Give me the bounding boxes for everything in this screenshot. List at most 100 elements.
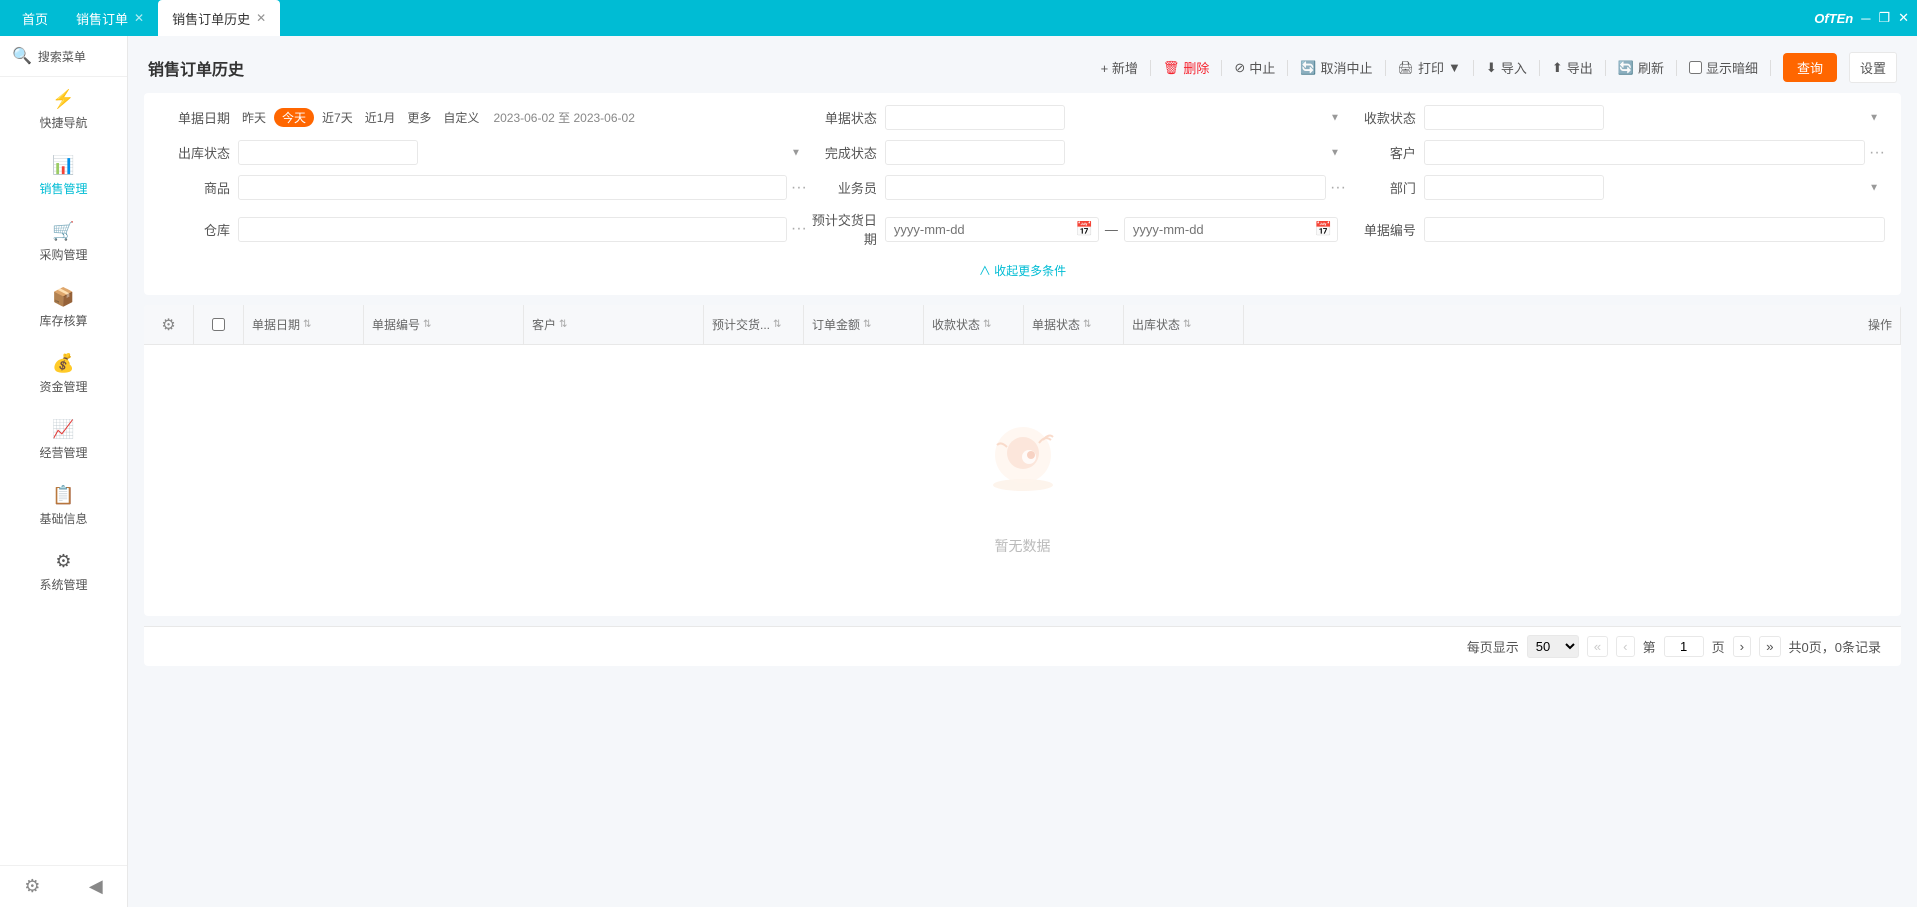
th-delivery[interactable]: 预计交货... ⇅ — [704, 305, 804, 344]
th-pay-status[interactable]: 收款状态 ⇅ — [924, 305, 1024, 344]
delivery-date-end[interactable] — [1124, 217, 1338, 242]
divider7 — [1605, 60, 1606, 76]
per-page-select[interactable]: 50 10 20 100 — [1527, 635, 1579, 658]
collapse-btn[interactable]: ∧ 收起更多条件 — [979, 262, 1066, 279]
th-stock-status[interactable]: 出库状态 ⇅ — [1124, 305, 1244, 344]
warehouse-label: 仓库 — [160, 220, 230, 239]
prev-page-btn[interactable]: ‹ — [1616, 636, 1634, 657]
date-btn-yesterday[interactable]: 昨天 — [238, 108, 270, 127]
tab-sales-history[interactable]: 销售订单历史 ✕ — [158, 0, 280, 36]
tab-home[interactable]: 首页 — [8, 0, 62, 36]
sidebar-search[interactable]: 🔍 搜索菜单 — [0, 36, 127, 77]
search-icon: 🔍 — [12, 46, 32, 66]
bill-status-select[interactable] — [885, 105, 1065, 130]
date-btn-today[interactable]: 今天 — [274, 108, 314, 127]
collapse-sidebar-icon[interactable]: ◀ — [89, 876, 103, 897]
show-cols-label: 显示暗细 — [1706, 58, 1758, 77]
date-dash: — — [1105, 222, 1118, 237]
new-button[interactable]: + 新增 — [1101, 58, 1138, 77]
refresh-button[interactable]: 🔄 刷新 — [1618, 58, 1664, 77]
filter-col-complete-status: 完成状态 — [807, 140, 1346, 165]
window-controls: OfTEn ─ ❐ ✕ — [1814, 10, 1909, 26]
tab-sales-order-close[interactable]: ✕ — [134, 11, 144, 25]
filter-row-4: 仓库 ··· 预计交货日期 📅 — 📅 — [160, 210, 1885, 248]
th-checkbox[interactable] — [194, 305, 244, 344]
import-button[interactable]: ⬇ 导入 — [1486, 58, 1527, 77]
dept-select[interactable] — [1424, 175, 1604, 200]
warehouse-input[interactable] — [238, 217, 787, 242]
page-label: 第 — [1643, 637, 1656, 656]
date-btn-custom[interactable]: 自定义 — [439, 108, 483, 127]
th-settings[interactable]: ⚙ — [144, 305, 194, 344]
sidebar-item-base-info[interactable]: 📋 基础信息 — [0, 473, 127, 539]
th-customer[interactable]: 客户 ⇅ — [524, 305, 704, 344]
th-bill-num[interactable]: 单据编号 ⇅ — [364, 305, 524, 344]
tab-sales-history-close[interactable]: ✕ — [256, 11, 266, 25]
delivery-date-start[interactable] — [885, 217, 1099, 242]
cancel-stop-button[interactable]: 🔄 取消中止 — [1300, 58, 1372, 77]
query-button[interactable]: 查询 — [1783, 53, 1837, 82]
th-bill-status[interactable]: 单据状态 ⇅ — [1024, 305, 1124, 344]
select-all-checkbox[interactable] — [212, 318, 225, 331]
sidebar-item-purchase[interactable]: 🛒 采购管理 — [0, 209, 127, 275]
minimize-btn[interactable]: ─ — [1861, 11, 1870, 26]
tab-home-label: 首页 — [22, 9, 48, 28]
stop-button[interactable]: ⊘ 中止 — [1234, 58, 1275, 77]
first-page-btn[interactable]: « — [1587, 636, 1608, 657]
customer-input[interactable] — [1424, 140, 1865, 165]
goods-dots-btn[interactable]: ··· — [791, 179, 807, 197]
stock-out-select[interactable] — [238, 140, 418, 165]
goods-input[interactable] — [238, 175, 787, 200]
sidebar-item-quick-nav[interactable]: ⚡ 快捷导航 — [0, 77, 127, 143]
sidebar-item-operations[interactable]: 📈 经营管理 — [0, 407, 127, 473]
page-input[interactable] — [1664, 636, 1704, 657]
next-page-btn[interactable]: › — [1733, 636, 1751, 657]
payment-status-select[interactable] — [1424, 105, 1604, 130]
delivery-date-end-cal-icon[interactable]: 📅 — [1314, 221, 1331, 238]
delete-icon: 🗑 — [1163, 60, 1180, 76]
filter-col-payment-status: 收款状态 — [1346, 105, 1885, 130]
sidebar-item-system[interactable]: ⚙ 系统管理 — [0, 539, 127, 605]
restore-btn[interactable]: ❐ — [1878, 10, 1890, 26]
empty-text: 暂无数据 — [995, 536, 1051, 556]
settings-gear-icon[interactable]: ⚙ — [161, 315, 175, 335]
th-bill-date[interactable]: 单据日期 ⇅ — [244, 305, 364, 344]
show-cols-toggle[interactable]: 显示暗细 — [1689, 58, 1758, 77]
warehouse-dots-btn[interactable]: ··· — [791, 220, 807, 238]
sidebar-item-label: 销售管理 — [39, 180, 87, 197]
date-quick-btns: 昨天 今天 近7天 近1月 更多 自定义 — [238, 108, 483, 127]
salesperson-dots-btn[interactable]: ··· — [1330, 179, 1346, 197]
export-button[interactable]: ⬆ 导出 — [1552, 58, 1593, 77]
th-amount[interactable]: 订单金额 ⇅ — [804, 305, 924, 344]
show-cols-checkbox[interactable] — [1689, 61, 1702, 74]
collapse-label: ∧ 收起更多条件 — [979, 264, 1066, 278]
salesperson-input[interactable] — [885, 175, 1326, 200]
last-page-btn[interactable]: » — [1759, 636, 1780, 657]
filter-col-salesperson: 业务员 ··· — [807, 175, 1346, 200]
sidebar-item-inventory[interactable]: 📦 库存核算 — [0, 275, 127, 341]
close-btn[interactable]: ✕ — [1898, 10, 1909, 26]
new-label: + 新增 — [1101, 58, 1138, 77]
customer-dots-btn[interactable]: ··· — [1869, 144, 1885, 162]
delivery-date-start-cal-icon[interactable]: 📅 — [1075, 221, 1092, 238]
bill-date-label: 单据日期 — [160, 108, 230, 127]
sidebar-item-finance[interactable]: 💰 资金管理 — [0, 341, 127, 407]
date-btn-more[interactable]: 更多 — [403, 108, 435, 127]
date-btn-7days[interactable]: 近7天 — [318, 108, 357, 127]
sort-icon-customer: ⇅ — [559, 319, 567, 330]
bill-num-input[interactable] — [1424, 217, 1885, 242]
delete-button[interactable]: 🗑 删除 — [1163, 58, 1210, 77]
sidebar: 🔍 搜索菜单 ⚡ 快捷导航 📊 销售管理 🛒 采购管理 📦 库存核算 💰 资金管… — [0, 36, 128, 907]
date-btn-1month[interactable]: 近1月 — [361, 108, 400, 127]
settings-bottom-icon[interactable]: ⚙ — [24, 876, 40, 897]
print-button[interactable]: 🖨 打印 ▼ — [1398, 58, 1461, 77]
tab-sales-order[interactable]: 销售订单 ✕ — [62, 0, 158, 36]
refresh-icon: 🔄 — [1618, 60, 1634, 76]
sidebar-item-sales[interactable]: 📊 销售管理 — [0, 143, 127, 209]
table-header: ⚙ 单据日期 ⇅ 单据编号 ⇅ 客户 ⇅ 预计交货... — [144, 305, 1901, 345]
filter-col-date: 单据日期 昨天 今天 近7天 近1月 更多 自定义 2023-06-02 至 2… — [160, 108, 807, 127]
complete-status-select[interactable] — [885, 140, 1065, 165]
th-pay-status-label: 收款状态 — [932, 316, 980, 333]
settings-button[interactable]: 设置 — [1849, 52, 1897, 83]
stop-icon: ⊘ — [1234, 60, 1245, 76]
